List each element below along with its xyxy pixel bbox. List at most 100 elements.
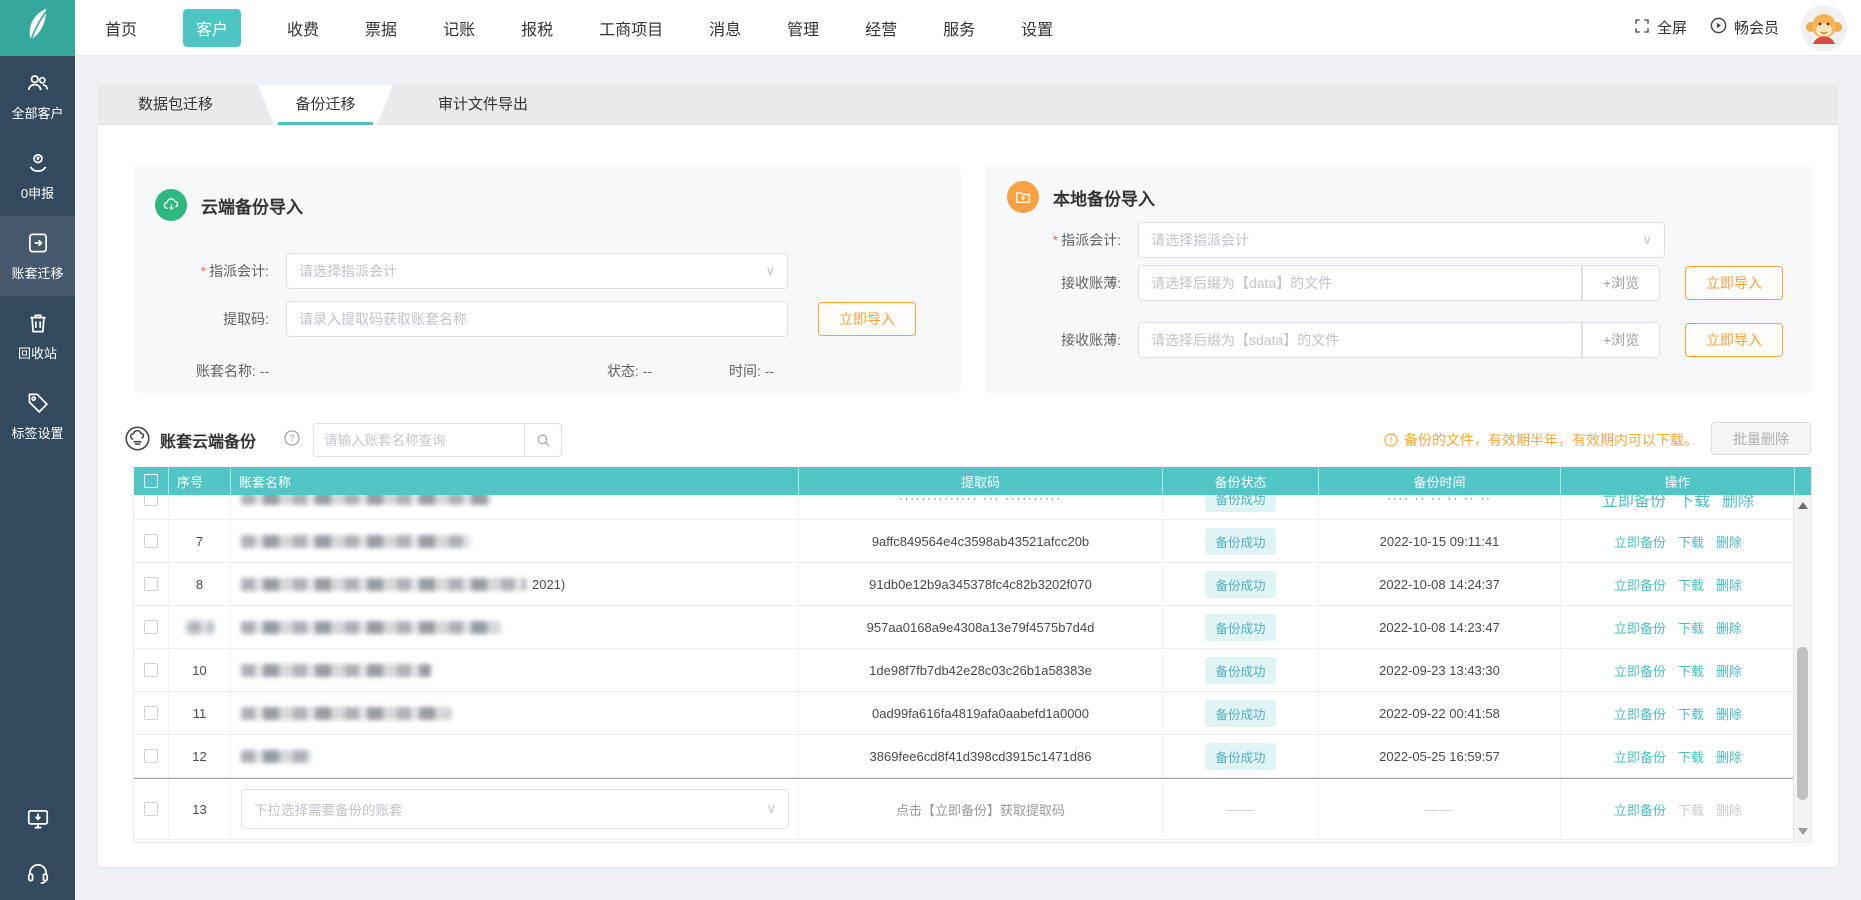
user-avatar[interactable] xyxy=(1801,4,1847,51)
scroll-up-arrow[interactable] xyxy=(1797,502,1808,509)
support-headset-icon[interactable] xyxy=(25,860,51,886)
topnav-item[interactable]: 工商项目 xyxy=(599,16,663,40)
backup-now-link[interactable]: 立即备份 xyxy=(1614,704,1666,723)
extraction-code-input[interactable] xyxy=(287,302,787,336)
row-checkbox[interactable] xyxy=(144,663,158,677)
topnav-item[interactable]: 设置 xyxy=(1021,16,1053,40)
download-link[interactable]: 下载 xyxy=(1678,495,1710,511)
clipped-code: ·············· ··· ·········· xyxy=(898,495,1062,505)
time-value: -- xyxy=(764,363,775,379)
delete-link[interactable]: 删除 xyxy=(1716,532,1742,551)
table-row: 10 1de98f7fb7db42e28c03c26b1a58383e 备份成功… xyxy=(134,649,1795,692)
tab-audit-file-export[interactable]: 审计文件导出 xyxy=(408,85,558,125)
member-label: 畅会员 xyxy=(1733,20,1779,37)
topnav-item[interactable]: 客户 xyxy=(183,8,242,47)
row-checkbox[interactable] xyxy=(144,706,158,720)
assign-accountant-select[interactable]: ∨ xyxy=(286,253,788,289)
backup-now-link[interactable]: 立即备份 xyxy=(1614,618,1666,637)
browse-sdata-button[interactable]: +浏览 xyxy=(1582,322,1660,358)
topnav-item[interactable]: 收费 xyxy=(287,16,319,40)
row-checkbox[interactable] xyxy=(144,577,158,591)
row-account-name xyxy=(231,520,799,562)
tab-data-package-migration[interactable]: 数据包迁移 xyxy=(108,85,243,125)
client-download-icon[interactable] xyxy=(25,806,51,832)
delete-link[interactable]: 删除 xyxy=(1722,495,1754,511)
fullscreen-icon xyxy=(1633,17,1651,39)
sidebar-item-account-migration[interactable]: 账套迁移 xyxy=(0,216,75,296)
play-icon xyxy=(1709,16,1728,39)
cloud-backup-import-panel: 云端备份导入 *指派会计: ∨ 提取码: 立即导入 账套名称: -- 状态: -… xyxy=(133,165,961,393)
section-title: 账套云端备份 xyxy=(160,434,257,451)
delete-link[interactable]: 删除 xyxy=(1716,747,1742,766)
download-link[interactable]: 下载 xyxy=(1678,747,1704,766)
sidebar-item-recycle-bin[interactable]: 回收站 xyxy=(0,296,75,376)
search-icon xyxy=(537,434,550,447)
status-badge: 备份成功 xyxy=(1205,742,1276,770)
delete-link[interactable]: 删除 xyxy=(1716,704,1742,723)
row-checkbox[interactable] xyxy=(144,802,158,816)
topnav-item[interactable]: 记账 xyxy=(443,16,475,40)
row-checkbox[interactable] xyxy=(144,620,158,634)
table-row: 957aa0168a9e4308a13e79f4575b7d4d 备份成功 20… xyxy=(134,606,1795,649)
download-link[interactable]: 下载 xyxy=(1678,575,1704,594)
row-checkbox[interactable] xyxy=(144,495,158,506)
download-link[interactable]: 下载 xyxy=(1678,618,1704,637)
download-link[interactable]: 下载 xyxy=(1678,661,1704,680)
col-extraction-code: 提取码 xyxy=(799,467,1163,495)
backup-now-link[interactable]: 立即备份 xyxy=(1614,747,1666,766)
backup-now-link[interactable]: 立即备份 xyxy=(1602,495,1666,511)
topnav-item[interactable]: 服务 xyxy=(943,16,975,40)
assign-accountant-select[interactable]: ∨ xyxy=(1138,222,1665,258)
batch-delete-button[interactable]: 批量删除 xyxy=(1711,422,1811,455)
backup-now-link[interactable]: 立即备份 xyxy=(1614,532,1666,551)
backup-now-link[interactable]: 立即备份 xyxy=(1614,661,1666,680)
delete-link[interactable]: 删除 xyxy=(1716,618,1742,637)
cloud-stack-icon xyxy=(124,425,151,452)
backup-now-link[interactable]: 立即备份 xyxy=(1614,800,1666,819)
sidebar-item-all-customers[interactable]: 全部客户 xyxy=(0,56,75,136)
migrate-icon xyxy=(25,230,51,256)
scroll-thumb[interactable] xyxy=(1797,647,1808,800)
topnav-item[interactable]: 管理 xyxy=(787,16,819,40)
select-all-checkbox[interactable] xyxy=(144,474,158,488)
download-link[interactable]: 下载 xyxy=(1678,704,1704,723)
topnav-item[interactable]: 首页 xyxy=(105,16,137,40)
assign-accountant-input[interactable] xyxy=(1139,223,1664,257)
sidebar-item-tag-settings[interactable]: 标签设置 xyxy=(0,376,75,456)
data-file-input[interactable] xyxy=(1139,266,1581,300)
tab-backup-migration[interactable]: 备份迁移 xyxy=(258,85,393,125)
member-button[interactable]: 畅会员 xyxy=(1709,16,1779,39)
row-account-name xyxy=(231,649,799,691)
panel-header: 云端备份导入 xyxy=(155,189,303,221)
topnav-item[interactable]: 报税 xyxy=(521,16,553,40)
account-select[interactable]: 下拉选择需要备份的账套 ∨ xyxy=(241,789,789,829)
assign-accountant-input[interactable] xyxy=(287,254,787,288)
help-icon[interactable]: ? xyxy=(283,429,301,447)
row-seq: 7 xyxy=(169,520,231,562)
row-checkbox[interactable] xyxy=(144,749,158,763)
row-checkbox[interactable] xyxy=(144,534,158,548)
fullscreen-button[interactable]: 全屏 xyxy=(1633,17,1687,39)
cloud-import-now-button[interactable]: 立即导入 xyxy=(818,302,916,336)
browse-data-button[interactable]: +浏览 xyxy=(1582,265,1660,301)
topnav-item[interactable]: 票据 xyxy=(365,16,397,40)
backup-now-link[interactable]: 立即备份 xyxy=(1614,575,1666,594)
topnav-item[interactable]: 经营 xyxy=(865,16,897,40)
search-input[interactable] xyxy=(313,423,525,457)
sidebar-item-zero-declare[interactable]: 0申报 xyxy=(0,136,75,216)
search-button[interactable] xyxy=(525,423,562,457)
topnav-item[interactable]: 消息 xyxy=(709,16,741,40)
redacted-account-name xyxy=(241,706,451,720)
delete-link[interactable]: 删除 xyxy=(1716,661,1742,680)
scroll-down-arrow[interactable] xyxy=(1797,828,1808,835)
col-backup-time: 备份时间 xyxy=(1319,467,1561,495)
download-link[interactable]: 下载 xyxy=(1678,532,1704,551)
local-import-sdata-button[interactable]: 立即导入 xyxy=(1685,323,1783,357)
sdata-file-input[interactable] xyxy=(1139,323,1581,357)
table-scrollbar[interactable] xyxy=(1793,495,1811,842)
redacted-account-name xyxy=(241,620,501,634)
declare-icon xyxy=(25,150,51,176)
local-import-data-button[interactable]: 立即导入 xyxy=(1685,266,1783,300)
row-account-name xyxy=(231,692,799,734)
delete-link[interactable]: 删除 xyxy=(1716,575,1742,594)
